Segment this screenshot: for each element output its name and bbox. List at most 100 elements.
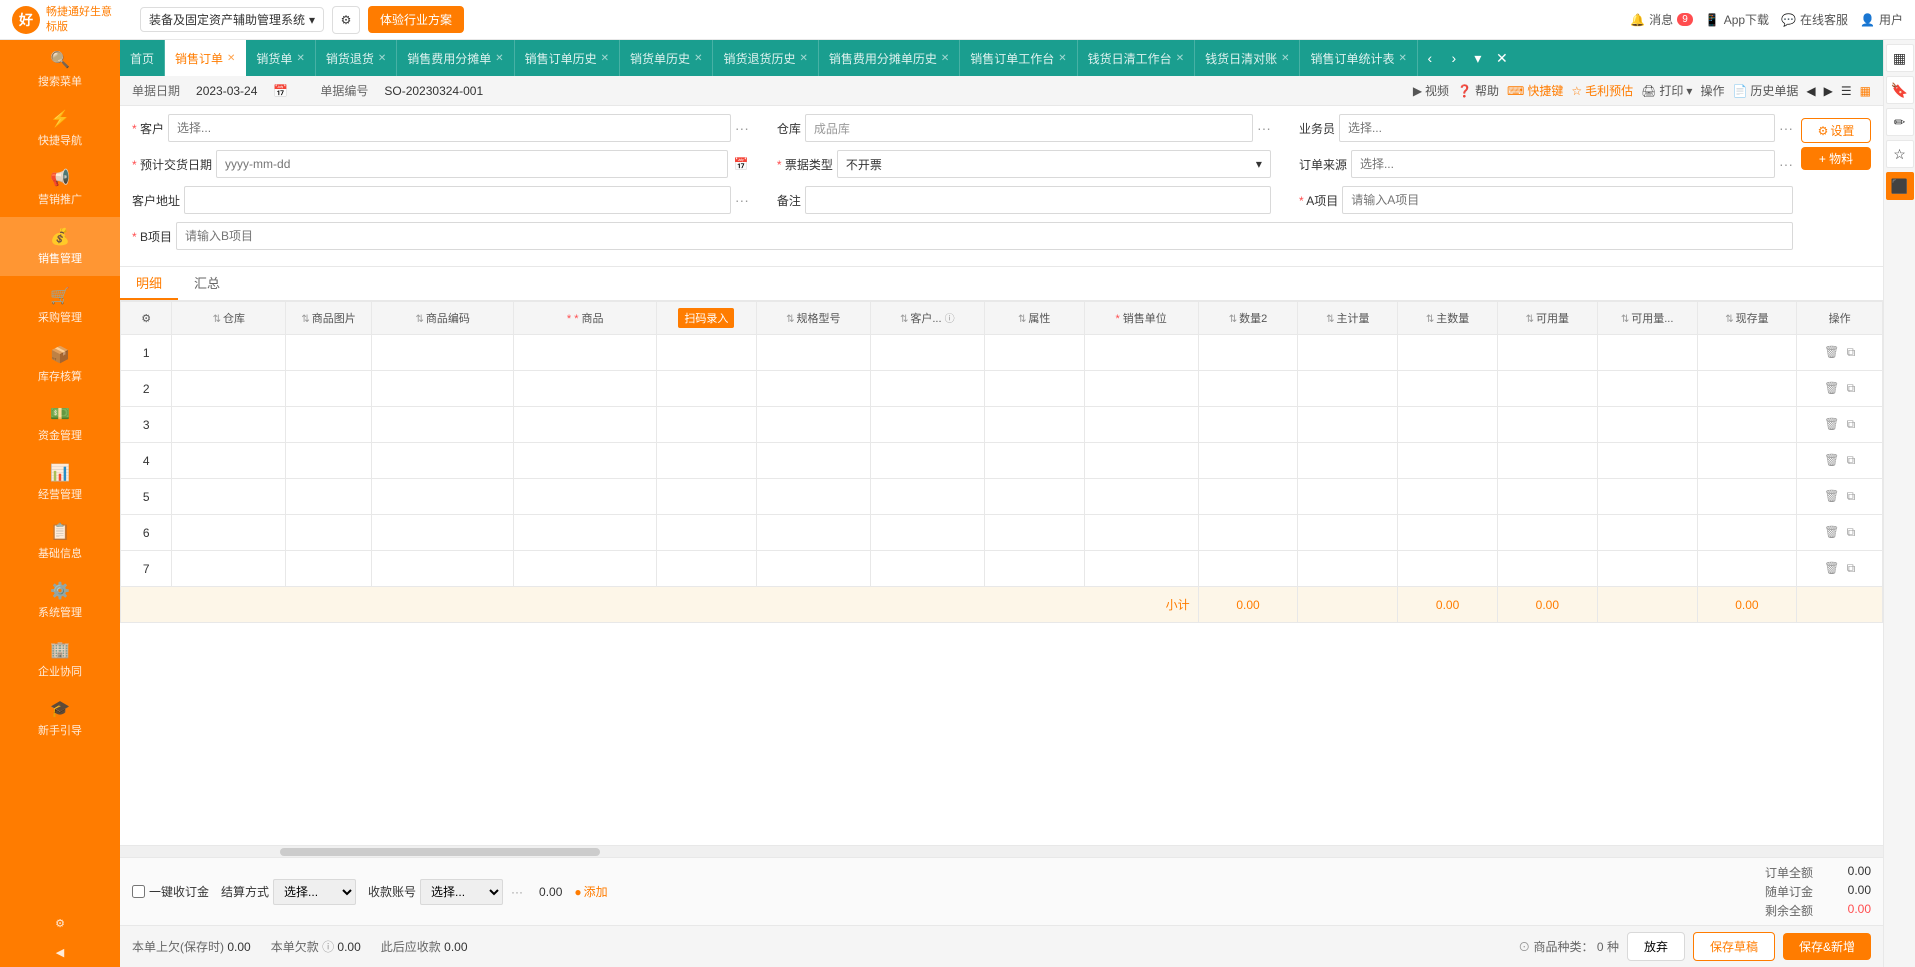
row-barcode-2[interactable] <box>656 371 756 407</box>
delete-icon-4[interactable]: 🗑 <box>1824 453 1839 467</box>
staff-more-button[interactable]: ··· <box>1779 120 1793 136</box>
row-product-7[interactable] <box>514 551 657 587</box>
nav-next-icon[interactable]: ▶ <box>1824 84 1833 98</box>
tab-close-sales-return[interactable]: ✕ <box>378 53 386 64</box>
row-customer-code-1[interactable] <box>870 335 984 371</box>
order-source-input[interactable] <box>1351 150 1775 178</box>
save-new-button[interactable]: 保存&新增 <box>1783 933 1871 960</box>
row-customer-code-3[interactable] <box>870 407 984 443</box>
sidebar-item-finance[interactable]: 💵 资金管理 <box>0 394 120 453</box>
th-main-unit[interactable]: ⇅主计量 <box>1298 302 1398 335</box>
tab-close-sales-order[interactable]: ✕ <box>227 53 235 64</box>
tab-sales-invoice[interactable]: 销货单 ✕ <box>246 40 315 76</box>
sidebar-collapse-button[interactable]: ◀ <box>0 938 120 967</box>
th-main-qty[interactable]: ⇅主数量 <box>1398 302 1498 335</box>
system-selector[interactable]: 装备及固定资产辅助管理系统 ▾ <box>140 7 324 32</box>
delete-icon-2[interactable]: 🗑 <box>1824 381 1839 395</box>
save-draft-button[interactable]: 保存草稿 <box>1693 932 1775 961</box>
barcode-scan-button[interactable]: 扫码录入 <box>678 308 734 328</box>
tab-sales-return[interactable]: 销货退货 ✕ <box>316 40 397 76</box>
row-attr-1[interactable] <box>984 335 1084 371</box>
sidebar-item-purchase[interactable]: 🛒 采购管理 <box>0 276 120 335</box>
row-unit-4[interactable] <box>1084 443 1198 479</box>
remarks-input[interactable] <box>805 186 1271 214</box>
tab-detail[interactable]: 明细 <box>120 267 178 300</box>
row-qty2-7[interactable] <box>1198 551 1298 587</box>
row-sku-7[interactable] <box>371 551 514 587</box>
row-main-qty-5[interactable] <box>1398 479 1498 515</box>
row-spec-4[interactable] <box>756 443 870 479</box>
delete-icon-3[interactable]: 🗑 <box>1824 417 1839 431</box>
tab-close-return-history[interactable]: ✕ <box>799 53 807 64</box>
sidebar-item-quick[interactable]: ⚡ 快捷导航 <box>0 99 120 158</box>
th-barcode[interactable]: 扫码录入 <box>656 302 756 335</box>
right-panel-icon-3[interactable]: ✏ <box>1886 108 1914 136</box>
row-product-4[interactable] <box>514 443 657 479</box>
sidebar-item-guide[interactable]: 🎓 新手引导 <box>0 689 120 748</box>
row-attr-4[interactable] <box>984 443 1084 479</box>
row-warehouse-5[interactable] <box>172 479 286 515</box>
order-source-more-button[interactable]: ··· <box>1779 156 1793 172</box>
copy-icon-4[interactable]: ⧉ <box>1847 453 1856 467</box>
row-barcode-5[interactable] <box>656 479 756 515</box>
row-customer-code-5[interactable] <box>870 479 984 515</box>
row-customer-code-6[interactable] <box>870 515 984 551</box>
payment-select[interactable]: 选择... <box>273 879 356 905</box>
th-attr[interactable]: ⇅属性 <box>984 302 1084 335</box>
profit-button[interactable]: ☆ 毛利预估 <box>1571 82 1633 99</box>
row-product-2[interactable] <box>514 371 657 407</box>
user-menu[interactable]: 👤 用户 <box>1860 11 1903 28</box>
customer-input[interactable] <box>168 114 731 142</box>
row-sku-3[interactable] <box>371 407 514 443</box>
warehouse-input[interactable] <box>805 114 1253 142</box>
customer-addr-input[interactable] <box>184 186 731 214</box>
delete-icon-7[interactable]: 🗑 <box>1824 561 1839 575</box>
sidebar-item-sales[interactable]: 💰 销售管理 <box>0 217 120 276</box>
row-spec-7[interactable] <box>756 551 870 587</box>
tab-return-history[interactable]: 销货退货历史 ✕ <box>713 40 818 76</box>
delete-icon-6[interactable]: 🗑 <box>1824 525 1839 539</box>
row-qty2-2[interactable] <box>1198 371 1298 407</box>
b-project-input[interactable] <box>176 222 1793 250</box>
add-material-button[interactable]: + 物料 <box>1801 147 1871 170</box>
row-warehouse-7[interactable] <box>172 551 286 587</box>
current-due-help-icon[interactable]: ⓘ <box>322 940 334 954</box>
view-video-button[interactable]: ▶ 视频 <box>1413 82 1449 99</box>
right-panel-icon-2[interactable]: 🔖 <box>1886 76 1914 104</box>
tab-close-sales-stat[interactable]: ✕ <box>1399 53 1407 64</box>
view-list-icon[interactable]: ☰ <box>1841 84 1852 98</box>
th-stock[interactable]: ⇅现存量 <box>1697 302 1797 335</box>
delivery-calendar-icon[interactable]: 📅 <box>734 157 749 171</box>
tab-sales-order[interactable]: 销售订单 ✕ <box>165 40 246 76</box>
tab-sales-workbench[interactable]: 销售订单工作台 ✕ <box>960 40 1077 76</box>
one-key-deposit-check[interactable]: 一键收订金 <box>132 883 209 900</box>
row-customer-code-4[interactable] <box>870 443 984 479</box>
row-qty2-6[interactable] <box>1198 515 1298 551</box>
sidebar-item-basic[interactable]: 📋 基础信息 <box>0 512 120 571</box>
row-ops-5[interactable]: 🗑 ⧉ <box>1797 479 1883 515</box>
th-avail[interactable]: ⇅可用量 <box>1497 302 1597 335</box>
tab-sales-expense[interactable]: 销售费用分摊单 ✕ <box>397 40 514 76</box>
staff-input[interactable] <box>1339 114 1775 142</box>
th-unit[interactable]: * 销售单位 <box>1084 302 1198 335</box>
row-barcode-3[interactable] <box>656 407 756 443</box>
goods-count-icon[interactable]: ⊙ <box>1518 940 1530 954</box>
invoice-select[interactable]: 不开票 ▾ <box>837 150 1271 178</box>
row-ops-3[interactable]: 🗑 ⧉ <box>1797 407 1883 443</box>
row-attr-2[interactable] <box>984 371 1084 407</box>
help-button[interactable]: ❓ 帮助 <box>1457 82 1499 99</box>
th-qty2[interactable]: ⇅数量2 <box>1198 302 1298 335</box>
customer-addr-more-button[interactable]: ··· <box>735 192 749 208</box>
row-ops-4[interactable]: 🗑 ⧉ <box>1797 443 1883 479</box>
th-sku[interactable]: ⇅商品编码 <box>371 302 514 335</box>
tab-daily-workbench[interactable]: 钱货日清工作台 ✕ <box>1078 40 1195 76</box>
tab-close-sales-expense[interactable]: ✕ <box>495 53 503 64</box>
row-ops-1[interactable]: 🗑 ⧉ <box>1797 335 1883 371</box>
sidebar-item-operation[interactable]: 📊 经营管理 <box>0 453 120 512</box>
row-unit-1[interactable] <box>1084 335 1198 371</box>
tab-expand-button[interactable]: ▾ <box>1466 40 1490 76</box>
sidebar-item-enterprise[interactable]: 🏢 企业协同 <box>0 630 120 689</box>
nav-prev-icon[interactable]: ◀ <box>1806 84 1815 98</box>
row-sku-4[interactable] <box>371 443 514 479</box>
tab-close-sales-invoice[interactable]: ✕ <box>296 53 304 64</box>
